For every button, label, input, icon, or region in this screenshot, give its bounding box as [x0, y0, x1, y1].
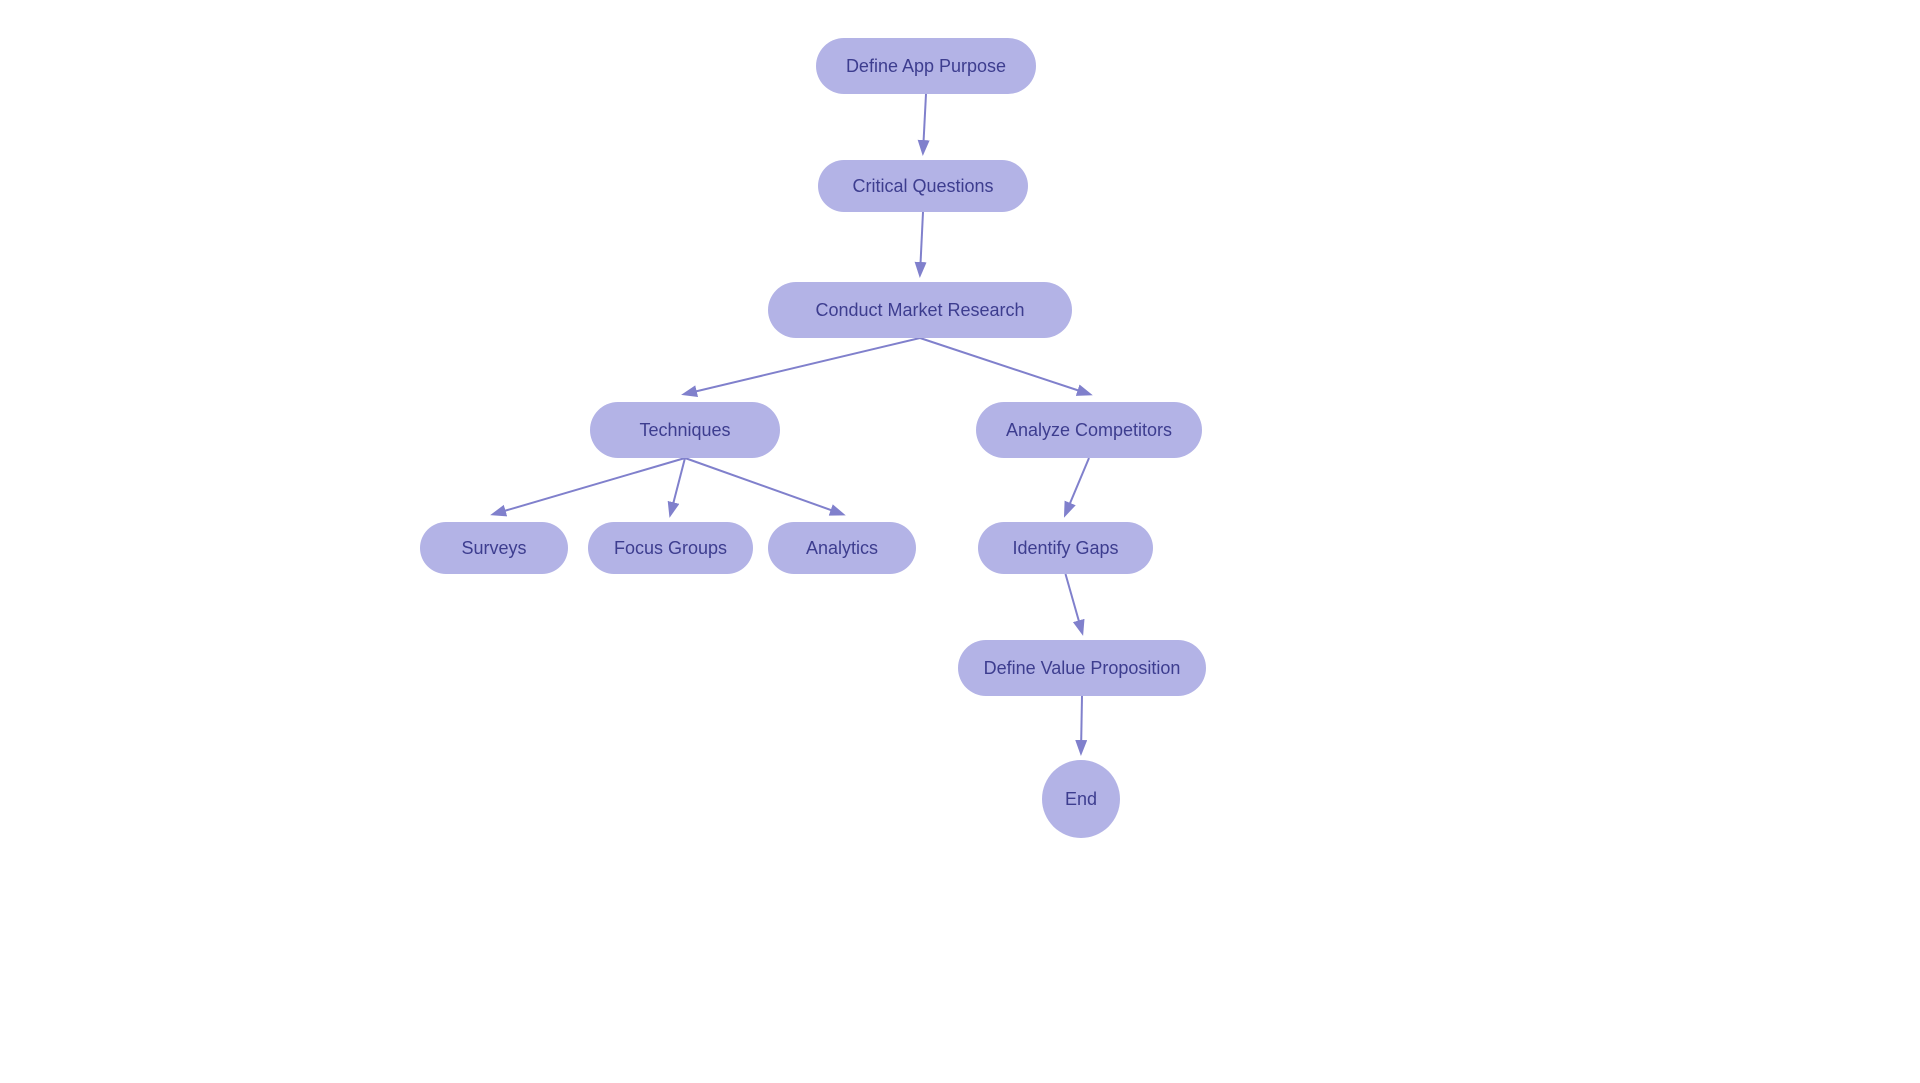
diagram-container: Define App Purpose Critical Questions Cond…: [0, 0, 1920, 1083]
define-value-proposition: Define Value Proposition: [958, 640, 1206, 696]
analyze-competitors: Analyze Competitors: [976, 402, 1202, 458]
techniques: Techniques: [590, 402, 780, 458]
conduct-market-research: Conduct Market Research: [768, 282, 1072, 338]
identify-gaps: Identify Gaps: [978, 522, 1153, 574]
focus-groups: Focus Groups: [588, 522, 753, 574]
analytics: Analytics: [768, 522, 916, 574]
critical-questions: Critical Questions: [818, 160, 1028, 212]
define-app-purpose: Define App Purpose: [816, 38, 1036, 94]
end: End: [1042, 760, 1120, 838]
surveys: Surveys: [420, 522, 568, 574]
